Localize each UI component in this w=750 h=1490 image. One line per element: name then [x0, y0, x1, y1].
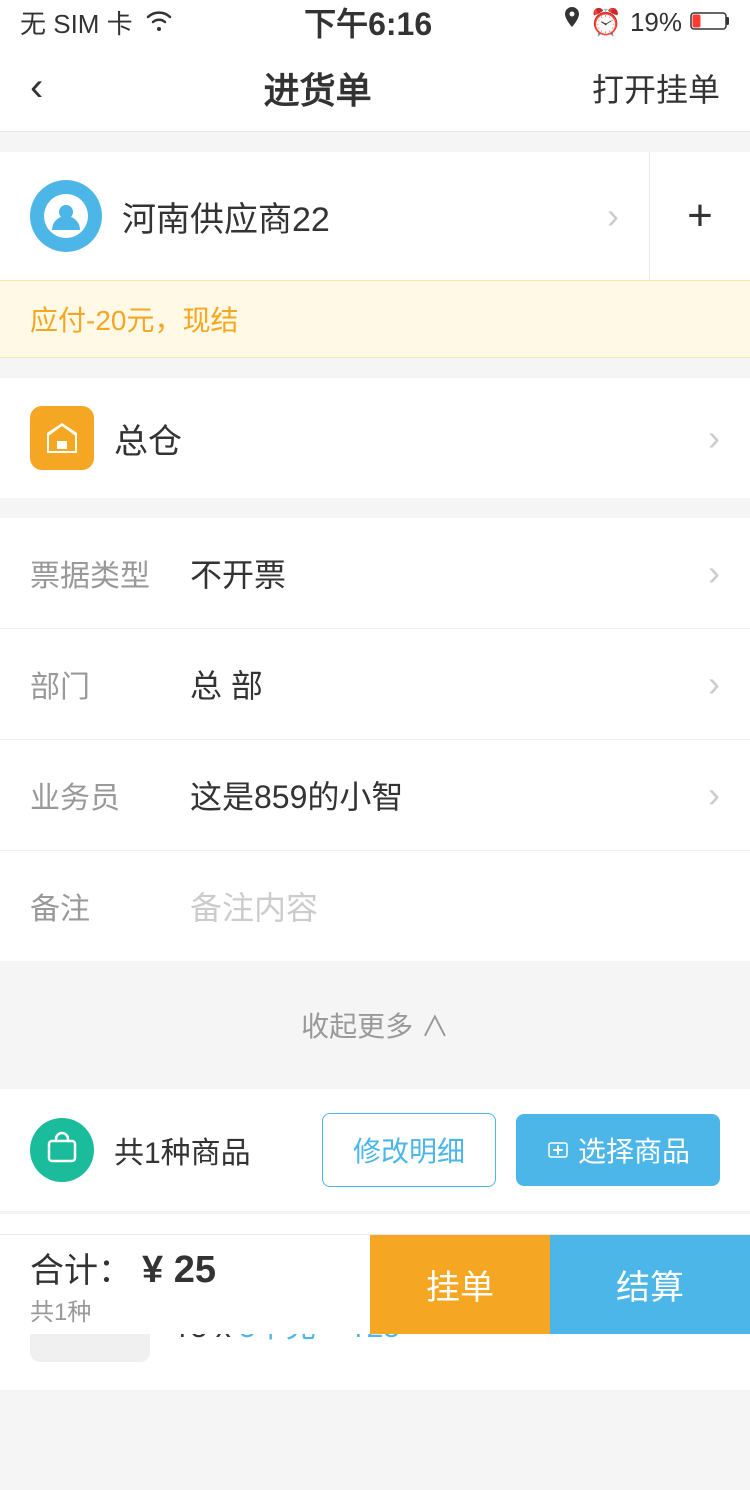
department-row[interactable]: 部门 总 部 ›: [0, 629, 750, 740]
remark-label: 备注: [30, 884, 190, 928]
location-icon: [562, 7, 582, 38]
total-label: 合计：: [30, 1243, 132, 1292]
supplier-avatar: [30, 180, 102, 252]
edit-detail-button[interactable]: 修改明细: [322, 1113, 496, 1187]
warehouse-label: 总仓: [114, 414, 698, 463]
wifi-icon: [143, 7, 175, 38]
nav-bar: ‹ 进货单 打开挂单: [0, 44, 750, 132]
invoice-type-value: 不开票: [190, 550, 698, 596]
page-title: 进货单: [264, 62, 372, 114]
product-header: 共1种商品 修改明细 选择商品: [0, 1089, 750, 1211]
invoice-type-row[interactable]: 票据类型 不开票 ›: [0, 518, 750, 629]
warehouse-icon: [30, 406, 94, 470]
battery-icon: [690, 7, 730, 38]
alarm-icon: ⏰: [590, 7, 622, 38]
remark-row[interactable]: 备注 备注内容: [0, 851, 750, 961]
total-section: 合计： ¥ 25 共1种: [0, 1235, 370, 1334]
chevron-right-icon: ›: [607, 195, 619, 237]
select-product-label: 选择商品: [578, 1130, 690, 1170]
salesperson-value: 这是859的小智: [190, 772, 698, 818]
supplier-name: 河南供应商22: [122, 192, 597, 241]
bottom-bar: 合计： ¥ 25 共1种 挂单 结算: [0, 1234, 750, 1334]
checkout-button[interactable]: 结算: [550, 1235, 750, 1334]
status-right: ⏰ 19%: [562, 7, 730, 38]
status-left: 无 SIM 卡: [20, 4, 175, 41]
department-value: 总 部: [190, 661, 698, 707]
collapse-button[interactable]: 收起更多 ∧: [0, 981, 750, 1069]
add-supplier-button[interactable]: +: [650, 152, 750, 280]
battery-level: 19%: [630, 7, 682, 38]
network-status: 无 SIM 卡: [20, 4, 133, 41]
total-amount: ¥ 25: [142, 1249, 216, 1292]
warehouse-section: 总仓 ›: [0, 378, 750, 498]
product-count: 共1种商品: [114, 1128, 302, 1172]
status-bar: 无 SIM 卡 下午6:16 ⏰ 19%: [0, 0, 750, 44]
chevron-right-icon: ›: [708, 417, 720, 459]
department-label: 部门: [30, 662, 190, 706]
chevron-right-icon: ›: [708, 774, 720, 816]
salesperson-row[interactable]: 业务员 这是859的小智 ›: [0, 740, 750, 851]
warning-banner: 应付-20元，现结: [0, 280, 750, 358]
chevron-right-icon: ›: [708, 663, 720, 705]
supplier-section: 河南供应商22 › +: [0, 152, 750, 280]
status-time: 下午6:16: [304, 0, 432, 45]
form-section: 票据类型 不开票 › 部门 总 部 › 业务员 这是859的小智 › 备注 备注…: [0, 518, 750, 961]
remark-placeholder: 备注内容: [190, 883, 720, 929]
back-button[interactable]: ‹: [30, 65, 43, 110]
total-row: 合计： ¥ 25: [30, 1243, 340, 1292]
total-sub: 共1种: [30, 1292, 340, 1327]
chevron-right-icon: ›: [708, 552, 720, 594]
salesperson-label: 业务员: [30, 773, 190, 817]
select-product-button[interactable]: 选择商品: [516, 1114, 720, 1186]
supplier-selector[interactable]: 河南供应商22 ›: [0, 152, 650, 280]
warehouse-selector[interactable]: 总仓 ›: [0, 378, 750, 498]
product-icon: [30, 1118, 94, 1182]
open-pending-button[interactable]: 打开挂单: [592, 65, 720, 111]
hang-order-button[interactable]: 挂单: [370, 1235, 550, 1334]
invoice-type-label: 票据类型: [30, 551, 190, 595]
